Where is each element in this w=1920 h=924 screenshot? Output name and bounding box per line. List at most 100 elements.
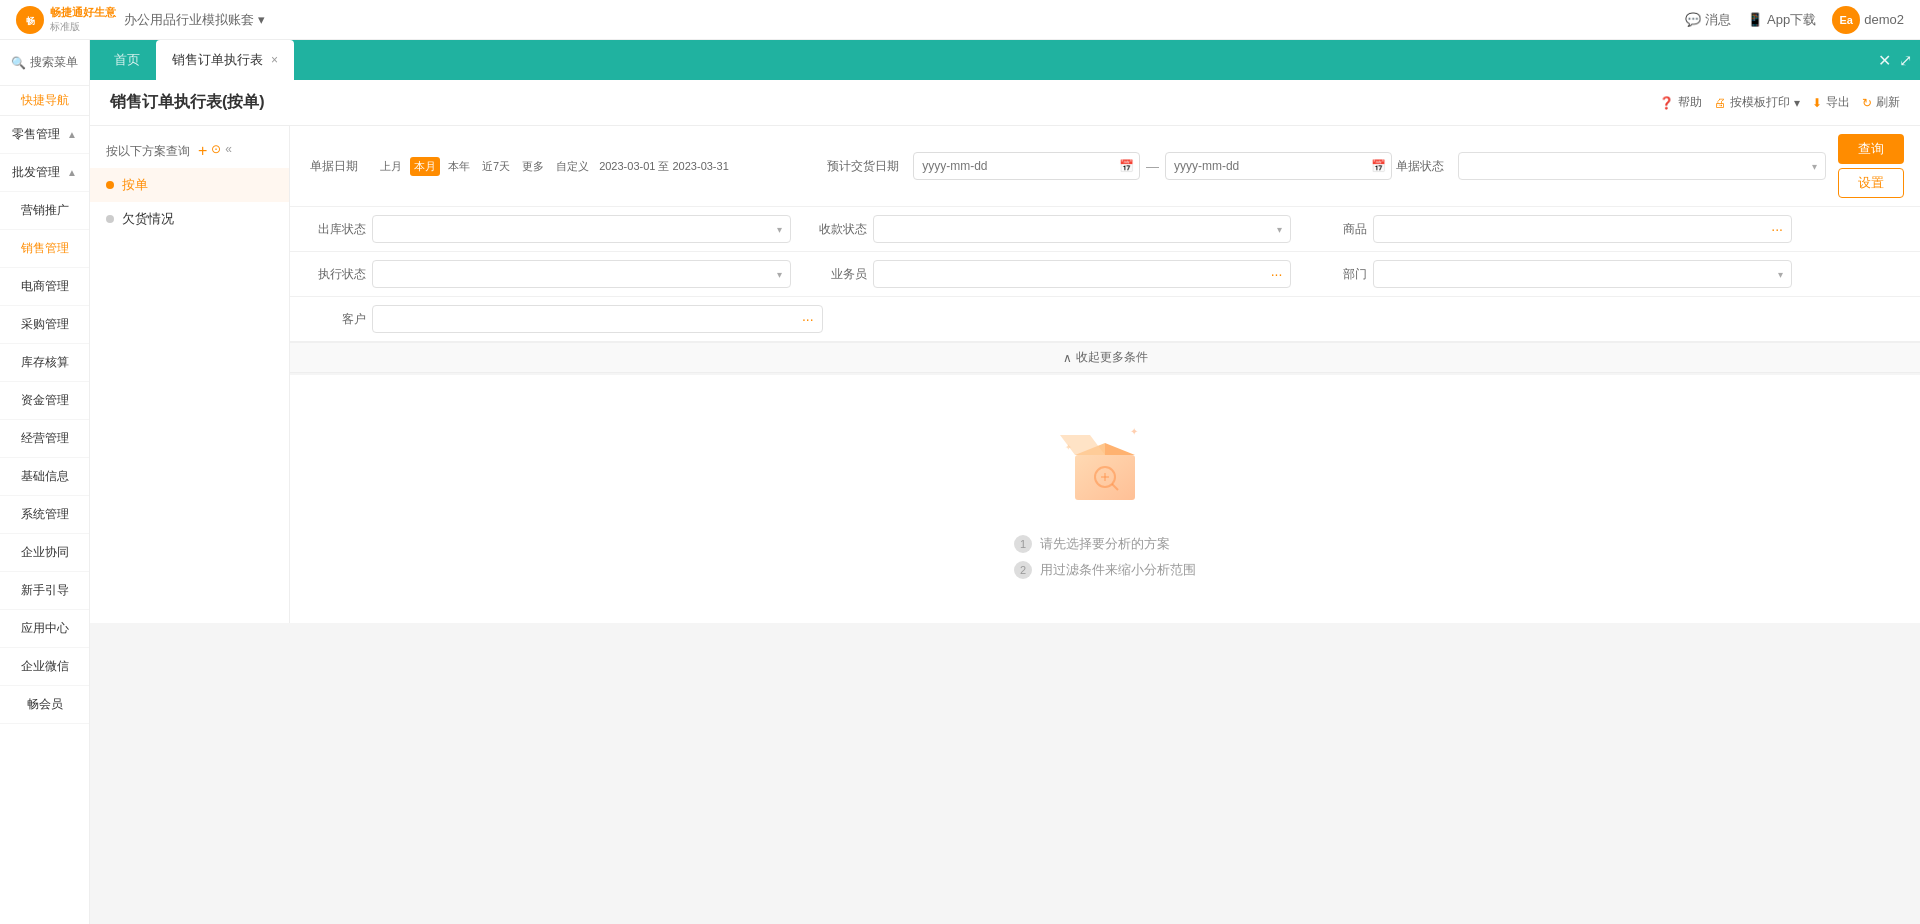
filter-row-3: 执行状态 ▾ 业务员 ··· (290, 252, 1920, 297)
exec-status-caret: ▾ (777, 269, 782, 280)
sidebar-item-sales[interactable]: 销售管理 (0, 230, 89, 268)
goods-input[interactable]: ··· (1373, 215, 1792, 243)
collapse-panel-btn[interactable]: « (225, 142, 232, 160)
sidebar-item-basics[interactable]: 基础信息 (0, 458, 89, 496)
expected-date-group: 预计交货日期 📅 — 📅 (827, 152, 1392, 180)
out-status-select[interactable]: ▾ (372, 215, 791, 243)
exec-status-group: 执行状态 ▾ (306, 260, 807, 288)
export-btn[interactable]: ⬇ 导出 (1812, 94, 1850, 111)
sidebar-item-retail[interactable]: 零售管理 ▲ (0, 116, 89, 154)
customer-input[interactable]: ··· (372, 305, 823, 333)
shortcut-more[interactable]: 更多 (518, 157, 548, 176)
add-scheme-btn[interactable]: + (198, 142, 207, 160)
customer-group: 客户 ··· (306, 305, 839, 333)
dept-select[interactable]: ▾ (1373, 260, 1792, 288)
action-buttons: 查询 设置 (1838, 134, 1904, 198)
app-download-btn[interactable]: 📱 App下载 (1747, 11, 1816, 29)
shortcut-7days[interactable]: 近7天 (478, 157, 514, 176)
status-select[interactable]: ▾ (1458, 152, 1826, 180)
sidebar-item-operations[interactable]: 经营管理 (0, 420, 89, 458)
tab-bar-actions: ✕ ⤢ (1878, 51, 1912, 70)
page-header: 销售订单执行表(按单) ❓ 帮助 🖨 按模板打印 ▾ ⬇ 导出 (90, 80, 1920, 126)
help-icon: ❓ (1659, 96, 1674, 110)
print-icon: 🖨 (1714, 96, 1726, 110)
tab-home[interactable]: 首页 (98, 40, 156, 80)
date-filter-group: 单据日期 上月 本月 本年 近7天 更多 自定义 2023-03-01 至 20… (306, 157, 827, 176)
calendar-to-icon: 📅 (1371, 159, 1386, 173)
help-btn[interactable]: ❓ 帮助 (1659, 94, 1702, 111)
shortcut-custom[interactable]: 自定义 (552, 157, 593, 176)
dept-group: 部门 ▾ (1307, 260, 1792, 288)
sidebar-item-ecommerce[interactable]: 电商管理 (0, 268, 89, 306)
sidebar-item-marketing[interactable]: 营销推广 (0, 192, 89, 230)
filter-row-4: 客户 ··· (290, 297, 1920, 342)
sidebar-item-inventory[interactable]: 库存核算 (0, 344, 89, 382)
tab-close-icon[interactable]: × (271, 53, 278, 67)
maximize-btn[interactable]: ⤢ (1899, 51, 1912, 70)
close-window-btn[interactable]: ✕ (1878, 51, 1891, 70)
exec-status-select[interactable]: ▾ (372, 260, 791, 288)
shortcut-this-month[interactable]: 本月 (410, 157, 440, 176)
recv-status-select[interactable]: ▾ (873, 215, 1292, 243)
export-icon: ⬇ (1812, 96, 1822, 110)
sidebar-item-newuser[interactable]: 新手引导 (0, 572, 89, 610)
query-button[interactable]: 查询 (1838, 134, 1904, 164)
message-btn[interactable]: 💬 消息 (1685, 11, 1731, 29)
collapse-btn[interactable]: ∧ 收起更多条件 (1063, 349, 1148, 366)
sidebar-item-wholesale[interactable]: 批发管理 ▲ (0, 154, 89, 192)
content-area: 首页 销售订单执行表 × ✕ ⤢ 销售订单执行表(按单) ❓ 帮助 (90, 40, 1920, 924)
quick-nav[interactable]: 快捷导航 (0, 86, 89, 116)
collapse-row: ∧ 收起更多条件 (290, 342, 1920, 372)
out-status-group: 出库状态 ▾ (306, 215, 807, 243)
svg-text:✦: ✦ (1065, 443, 1072, 452)
status-filter-group: 单据状态 ▾ (1392, 152, 1826, 180)
sidebar-item-purchase[interactable]: 采购管理 (0, 306, 89, 344)
split-layout: 按以下方案查询 + ⊙ « 按单 欠货情况 (90, 126, 1920, 623)
settings-button[interactable]: 设置 (1838, 168, 1904, 198)
sidebar-item-enterprise[interactable]: 企业协同 (0, 534, 89, 572)
empty-illustration: ✦ ✦ (1055, 415, 1155, 515)
print-btn[interactable]: 🖨 按模板打印 ▾ (1714, 94, 1800, 111)
calendar-from-icon: 📅 (1119, 159, 1134, 173)
scheme-item-shortage[interactable]: 欠货情况 (90, 202, 289, 236)
logo-text: 畅捷通好生意 标准版 (50, 5, 116, 34)
copy-scheme-btn[interactable]: ⊙ (211, 142, 221, 160)
recv-status-caret: ▾ (1277, 224, 1282, 235)
scheme-item-by-order[interactable]: 按单 (90, 168, 289, 202)
shortcut-this-year[interactable]: 本年 (444, 157, 474, 176)
expected-date-to-input[interactable] (1165, 152, 1392, 180)
user-profile[interactable]: Ea demo2 (1832, 6, 1904, 34)
chevron-icon: ▲ (67, 167, 77, 178)
download-icon: 📱 (1747, 12, 1763, 27)
tab-sales-order-exec[interactable]: 销售订单执行表 × (156, 40, 294, 80)
status-caret: ▾ (1812, 161, 1817, 172)
expected-date-from-wrap: 📅 (913, 152, 1140, 180)
svg-marker-4 (1105, 443, 1135, 455)
svg-text:✦: ✦ (1130, 426, 1138, 437)
main-layout: 🔍 搜索菜单 快捷导航 零售管理 ▲ 批发管理 ▲ 营销推广 销售管理 电商管理… (0, 40, 1920, 924)
empty-state: ✦ ✦ 1 请先选择要分析的方案 (1014, 415, 1196, 583)
date-shortcuts: 上月 本月 本年 近7天 更多 自定义 (376, 157, 593, 176)
search-icon: 🔍 (11, 56, 26, 70)
refresh-icon: ↻ (1862, 96, 1872, 110)
expected-date-to-wrap: 📅 (1165, 152, 1392, 180)
filter-row-2: 出库状态 ▾ 收款状态 ▾ (290, 207, 1920, 252)
scheme-dot (106, 181, 114, 189)
sidebar-item-system[interactable]: 系统管理 (0, 496, 89, 534)
search-menu-btn[interactable]: 🔍 搜索菜单 (8, 48, 81, 77)
sidebar-item-finance[interactable]: 资金管理 (0, 382, 89, 420)
top-header: 畅 畅捷通好生意 标准版 办公用品行业模拟账套 ▾ 💬 消息 📱 App下载 E… (0, 0, 1920, 40)
sidebar-item-member[interactable]: 畅会员 (0, 686, 89, 724)
sidebar-item-wechat[interactable]: 企业微信 (0, 648, 89, 686)
app-selector[interactable]: 办公用品行业模拟账套 ▾ (124, 11, 265, 29)
salesman-input[interactable]: ··· (873, 260, 1292, 288)
sidebar-search: 🔍 搜索菜单 (0, 40, 89, 86)
scheme-dot-inactive (106, 215, 114, 223)
expected-date-from-input[interactable] (913, 152, 1140, 180)
sidebar-item-appcenter[interactable]: 应用中心 (0, 610, 89, 648)
sidebar: 🔍 搜索菜单 快捷导航 零售管理 ▲ 批发管理 ▲ 营销推广 销售管理 电商管理… (0, 40, 90, 924)
svg-text:畅: 畅 (26, 16, 35, 26)
refresh-btn[interactable]: ↻ 刷新 (1862, 94, 1900, 111)
shortcut-last-month[interactable]: 上月 (376, 157, 406, 176)
dropdown-icon: ▾ (258, 12, 265, 27)
